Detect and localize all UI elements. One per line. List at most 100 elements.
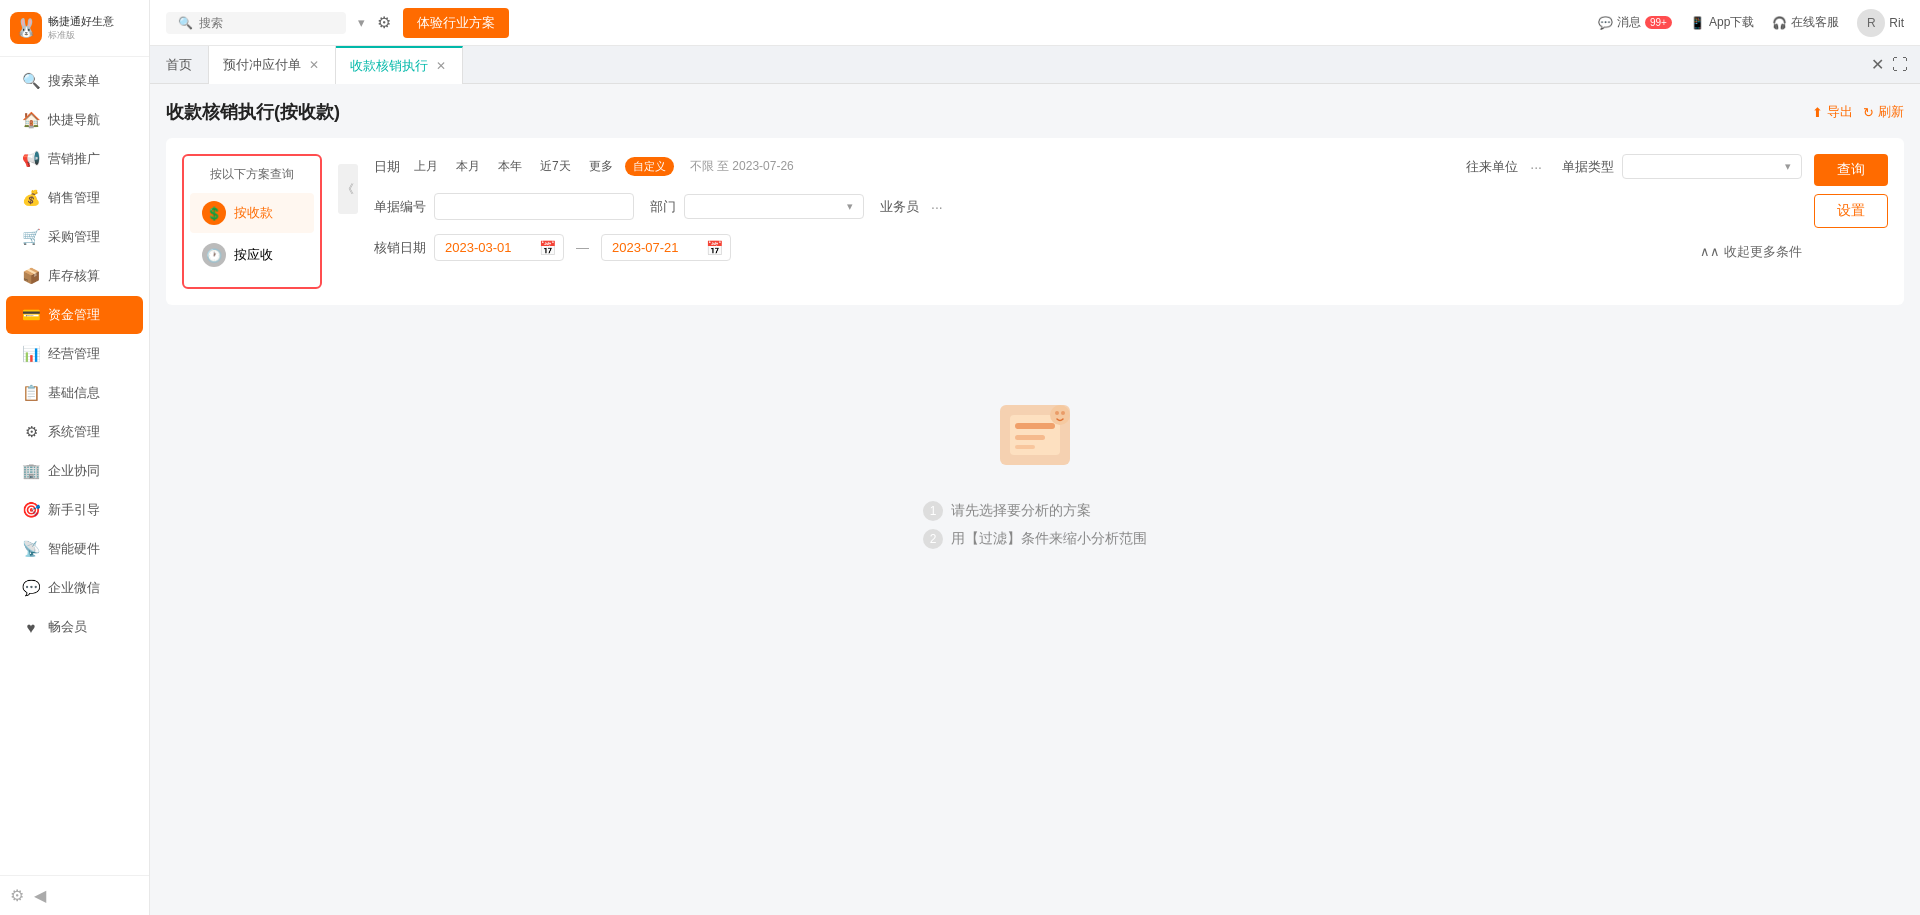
- close-all-button[interactable]: ✕: [1871, 55, 1884, 74]
- collapse-panel-button[interactable]: 《: [338, 164, 358, 214]
- tabbar: 首页 预付冲应付单 ✕ 收款核销执行 ✕ ✕ ⛶: [150, 46, 1920, 84]
- filter-action-buttons: 查询 设置: [1814, 154, 1888, 289]
- sidebar-item-member[interactable]: ♥ 畅会员: [6, 608, 143, 646]
- date-this-year[interactable]: 本年: [492, 156, 528, 177]
- date-last-month[interactable]: 上月: [408, 156, 444, 177]
- online-service-button[interactable]: 🎧 在线客服: [1772, 14, 1839, 31]
- sidebar-item-wechat[interactable]: 💬 企业微信: [6, 569, 143, 607]
- tab-receipt-writeoff[interactable]: 收款核销执行 ✕: [336, 46, 463, 84]
- sidebar-menu: 🔍 搜索菜单 🏠 快捷导航 📢 营销推广 💰 销售管理 🛒 采购管理 📦 库存核…: [0, 57, 149, 875]
- settings-icon[interactable]: ⚙: [10, 886, 24, 905]
- content-area: 收款核销执行(按收款) ⬆ 导出 ↻ 刷新 按以下方案查询 💲 按收款: [150, 84, 1920, 915]
- doc-no-field: 单据编号: [374, 193, 634, 220]
- system-icon: ⚙: [22, 423, 40, 441]
- receivable-icon: 🕐: [202, 243, 226, 267]
- tab-prepay-close[interactable]: ✕: [307, 44, 321, 86]
- expand-button[interactable]: ⛶: [1892, 56, 1908, 74]
- gear-icon[interactable]: ⚙: [377, 13, 391, 32]
- tab-prepay[interactable]: 预付冲应付单 ✕: [209, 46, 336, 84]
- page-title: 收款核销执行(按收款): [166, 100, 340, 124]
- dept-select[interactable]: ▾: [684, 194, 864, 219]
- app-badge: 标准版: [48, 29, 114, 42]
- counterparty-dots[interactable]: ···: [1526, 159, 1546, 175]
- date-range-divider: —: [572, 240, 593, 255]
- doc-type-select[interactable]: ▾: [1622, 154, 1802, 179]
- guide-icon: 🎯: [22, 501, 40, 519]
- operation-icon: 📊: [22, 345, 40, 363]
- tabbar-actions: ✕ ⛶: [1871, 55, 1920, 74]
- query-button[interactable]: 查询: [1814, 154, 1888, 186]
- topbar: 🔍 ▾ ⚙ 体验行业方案 💬 消息 99+ 📱 App下载 🎧 在线客服 R R…: [150, 0, 1920, 46]
- empty-illustration: [975, 385, 1095, 485]
- app-download-button[interactable]: 📱 App下载: [1690, 14, 1754, 31]
- sales-icon: 💰: [22, 189, 40, 207]
- calendar-start-icon[interactable]: 📅: [539, 240, 556, 256]
- message-icon: 💬: [1598, 16, 1613, 30]
- main-area: 🔍 ▾ ⚙ 体验行业方案 💬 消息 99+ 📱 App下载 🎧 在线客服 R R…: [150, 0, 1920, 915]
- refresh-button[interactable]: ↻ 刷新: [1863, 103, 1904, 121]
- sidebar-bottom: ⚙ ◀: [0, 875, 149, 915]
- sidebar-item-basic[interactable]: 📋 基础信息: [6, 374, 143, 412]
- doc-type-label: 单据类型: [1562, 158, 1614, 176]
- filter-form: 日期 上月 本月 本年 近7天 更多 自定义 不限 至 2023-07-26: [374, 154, 1802, 289]
- sidebar-item-finance[interactable]: 💳 资金管理: [6, 296, 143, 334]
- member-icon: ♥: [22, 619, 40, 636]
- tab-receipt-writeoff-close[interactable]: ✕: [434, 45, 448, 87]
- user-area[interactable]: R Rit: [1857, 9, 1904, 37]
- svg-point-5: [1050, 405, 1070, 425]
- tab-home[interactable]: 首页: [150, 46, 209, 84]
- collapse-more-button[interactable]: ∧∧ 收起更多条件: [1700, 243, 1802, 261]
- industry-solution-button[interactable]: 体验行业方案: [403, 8, 509, 38]
- wechat-icon: 💬: [22, 579, 40, 597]
- refresh-icon: ↻: [1863, 105, 1874, 120]
- sidebar-item-marketing[interactable]: 📢 营销推广: [6, 140, 143, 178]
- hint-num-2: 2: [923, 529, 943, 549]
- message-button[interactable]: 💬 消息 99+: [1598, 14, 1672, 31]
- svg-rect-2: [1015, 423, 1055, 429]
- collapse-icon: ∧∧: [1700, 244, 1720, 259]
- svg-point-6: [1061, 411, 1065, 415]
- sidebar-collapse-button[interactable]: ◀: [34, 886, 46, 905]
- marketing-icon: 📢: [22, 150, 40, 168]
- headset-icon: 🎧: [1772, 16, 1787, 30]
- inventory-icon: 📦: [22, 267, 40, 285]
- filter-option-by-receipt[interactable]: 💲 按收款: [190, 193, 314, 233]
- page-header: 收款核销执行(按收款) ⬆ 导出 ↻ 刷新: [166, 100, 1904, 124]
- date-range-display: 不限 至 2023-07-26: [690, 158, 794, 175]
- sidebar-item-purchase[interactable]: 🛒 采购管理: [6, 218, 143, 256]
- search-input[interactable]: [199, 16, 329, 30]
- date-more[interactable]: 更多: [583, 156, 619, 177]
- logo-area: 🐰 畅捷通好生意 标准版: [0, 0, 149, 57]
- sidebar-item-inventory[interactable]: 📦 库存核算: [6, 257, 143, 295]
- chevron-down-icon: ▾: [847, 200, 853, 213]
- empty-hint-1: 1 请先选择要分析的方案: [923, 501, 1147, 521]
- salesperson-dots[interactable]: ···: [927, 199, 947, 215]
- doc-no-input[interactable]: [434, 193, 634, 220]
- empty-hint-2: 2 用【过滤】条件来缩小分析范围: [923, 529, 1147, 549]
- date-field: 日期 上月 本月 本年 近7天 更多 自定义 不限 至 2023-07-26: [374, 156, 794, 177]
- purchase-icon: 🛒: [22, 228, 40, 246]
- user-avatar: R: [1857, 9, 1885, 37]
- chevron-down-icon: ▾: [358, 15, 365, 30]
- export-button[interactable]: ⬆ 导出: [1812, 103, 1853, 121]
- sidebar-item-quicknav[interactable]: 🏠 快捷导航: [6, 101, 143, 139]
- counterparty-label: 往来单位: [1466, 158, 1518, 176]
- sidebar-item-hardware[interactable]: 📡 智能硬件: [6, 530, 143, 568]
- date-custom-tag[interactable]: 自定义: [625, 157, 674, 176]
- sidebar-item-sales[interactable]: 💰 销售管理: [6, 179, 143, 217]
- date-this-month[interactable]: 本月: [450, 156, 486, 177]
- sidebar-item-operation[interactable]: 📊 经营管理: [6, 335, 143, 373]
- calendar-end-icon[interactable]: 📅: [706, 240, 723, 256]
- filter-row-3: 核销日期 📅 — 📅 ∧∧: [374, 234, 1802, 261]
- sidebar-item-coop[interactable]: 🏢 企业协同: [6, 452, 143, 490]
- date-7days[interactable]: 近7天: [534, 156, 577, 177]
- setting-button[interactable]: 设置: [1814, 194, 1888, 228]
- sidebar-item-guide[interactable]: 🎯 新手引导: [6, 491, 143, 529]
- sidebar-item-system[interactable]: ⚙ 系统管理: [6, 413, 143, 451]
- topbar-right: 💬 消息 99+ 📱 App下载 🎧 在线客服 R Rit: [1598, 9, 1904, 37]
- sidebar-item-search[interactable]: 🔍 搜索菜单: [6, 62, 143, 100]
- reconcile-date-label: 核销日期: [374, 239, 426, 257]
- hardware-icon: 📡: [22, 540, 40, 558]
- topbar-search-box[interactable]: 🔍: [166, 12, 346, 34]
- filter-option-by-receivable[interactable]: 🕐 按应收: [190, 235, 314, 275]
